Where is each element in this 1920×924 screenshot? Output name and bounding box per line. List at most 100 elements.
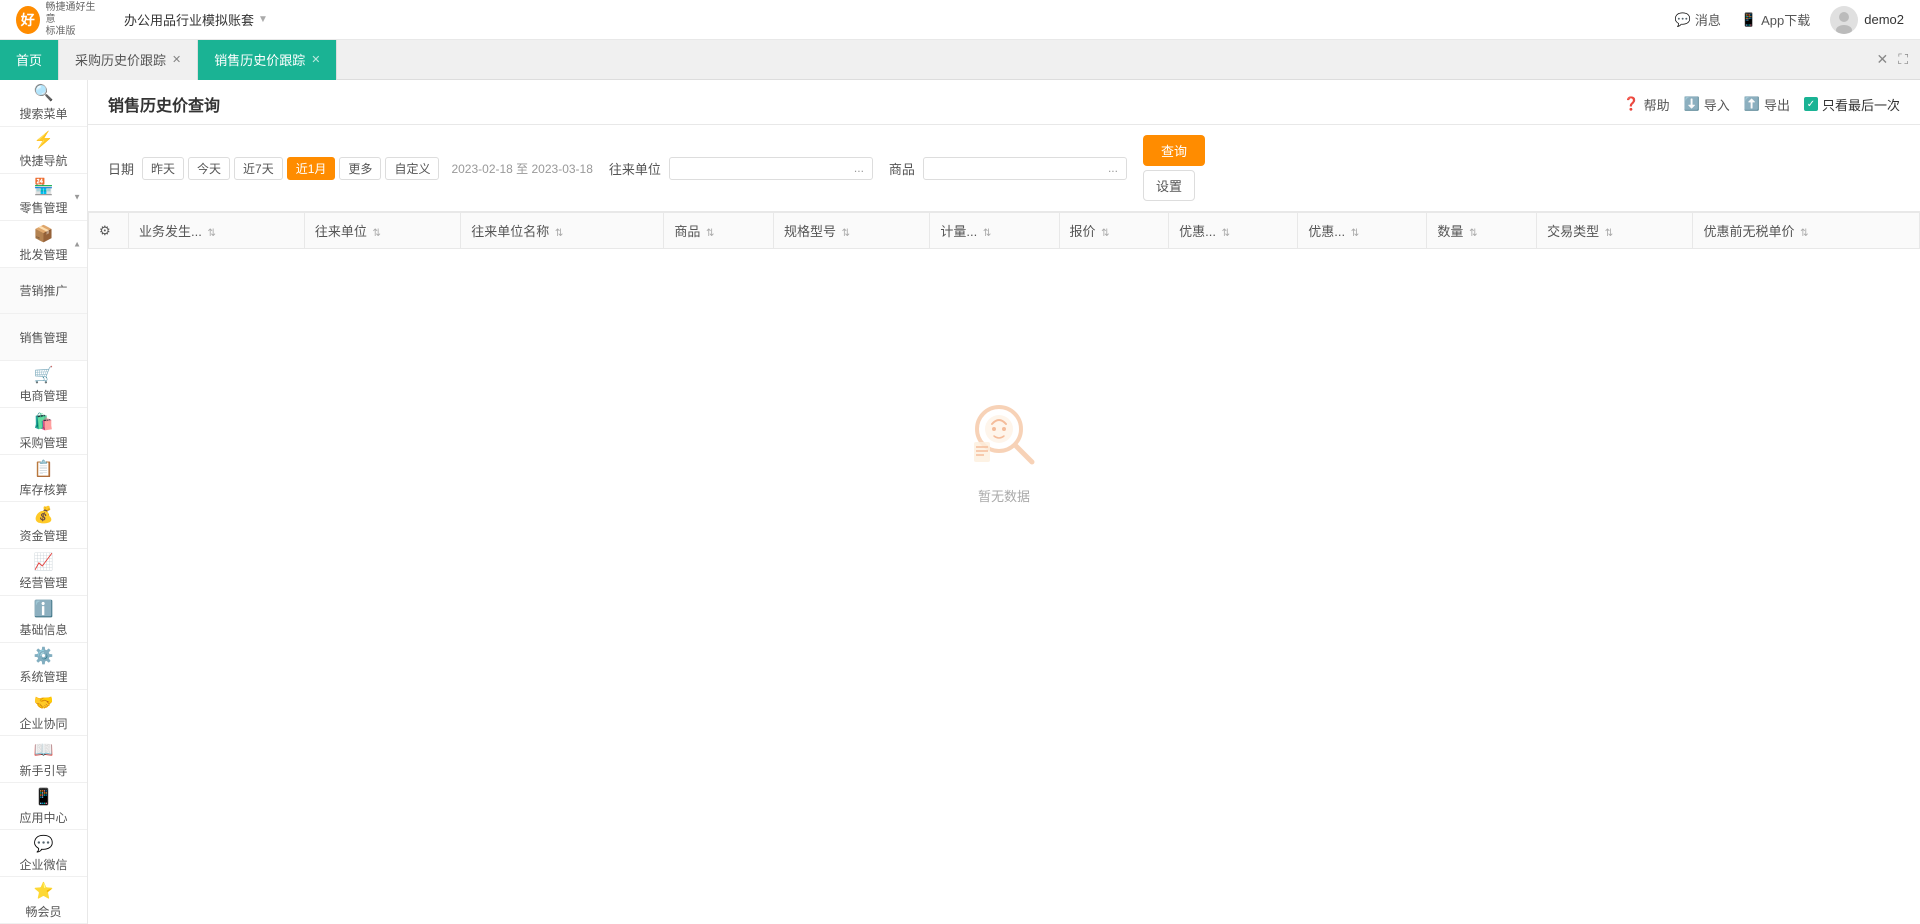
col-discount2-sort: ⇅ bbox=[1351, 228, 1359, 239]
only-last-checkbox-group[interactable]: ✓ 只看最后一次 bbox=[1804, 95, 1900, 114]
expand-button[interactable]: ⛶ bbox=[1898, 51, 1908, 68]
app-tagline: 标准版 bbox=[46, 26, 96, 38]
goods-input-wrapper[interactable]: ... bbox=[923, 157, 1127, 180]
user-name: demo2 bbox=[1864, 12, 1904, 27]
user-avatar bbox=[1830, 6, 1858, 34]
settings-button[interactable]: 设置 bbox=[1143, 170, 1195, 201]
col-party-name[interactable]: 往来单位名称 ⇅ bbox=[461, 213, 664, 249]
date-range-display: 2023-02-18 至 2023-03-18 bbox=[451, 160, 592, 177]
close-all-tabs-button[interactable]: ✕ bbox=[1876, 51, 1888, 68]
date-btn-more[interactable]: 更多 bbox=[339, 157, 381, 180]
col-biz-date-sort: ⇅ bbox=[207, 228, 215, 239]
sidebar-item-business-mgmt[interactable]: 📈 经营管理 bbox=[0, 549, 87, 596]
search-button[interactable]: 查询 bbox=[1143, 135, 1205, 166]
sidebar-item-system-mgmt-label: 系统管理 bbox=[19, 668, 67, 685]
messages-button[interactable]: 💬 消息 bbox=[1675, 10, 1721, 29]
sidebar-item-retail-mgmt[interactable]: 🏪 零售管理 bbox=[0, 174, 87, 221]
import-label: 导入 bbox=[1704, 95, 1730, 114]
party-input[interactable] bbox=[678, 161, 854, 176]
party-input-dots[interactable]: ... bbox=[854, 161, 864, 175]
export-button[interactable]: ⬆️ 导出 bbox=[1744, 95, 1790, 114]
col-settings[interactable]: ⚙ bbox=[89, 213, 129, 249]
tab-home-label: 首页 bbox=[16, 50, 42, 69]
column-settings-icon[interactable]: ⚙ bbox=[99, 223, 111, 238]
tab-sales-history-label: 销售历史价跟踪 bbox=[214, 50, 305, 69]
col-quote-sort: ⇅ bbox=[1101, 228, 1109, 239]
search-settings-group: 查询 设置 bbox=[1143, 135, 1205, 201]
party-input-wrapper[interactable]: ... bbox=[669, 157, 873, 180]
sidebar-item-system-mgmt[interactable]: ⚙️ 系统管理 bbox=[0, 643, 87, 690]
col-trade-type-sort: ⇅ bbox=[1605, 228, 1613, 239]
col-quote-label: 报价 bbox=[1070, 224, 1096, 239]
col-goods-sort: ⇅ bbox=[706, 228, 714, 239]
sidebar-item-ecommerce-mgmt[interactable]: 🛒 电商管理 bbox=[0, 361, 87, 408]
date-btn-today[interactable]: 今天 bbox=[188, 157, 230, 180]
sidebar-item-search-menu-label: 搜索菜单 bbox=[19, 105, 67, 122]
date-btn-last1month[interactable]: 近1月 bbox=[287, 157, 336, 180]
party-filter-label: 往来单位 bbox=[609, 159, 661, 178]
sidebar-item-finance[interactable]: 💰 资金管理 bbox=[0, 502, 87, 549]
enterprise-wechat-icon: 💬 bbox=[34, 834, 54, 854]
tab-purchase-history-close[interactable]: ✕ bbox=[172, 53, 181, 66]
app-center-icon: 📱 bbox=[34, 787, 54, 807]
sidebar-item-vip-member[interactable]: ⭐ 畅会员 bbox=[0, 877, 87, 924]
app-download-button[interactable]: 📱 App下载 bbox=[1741, 10, 1810, 29]
sidebar-item-app-center[interactable]: 📱 应用中心 bbox=[0, 783, 87, 830]
sidebar-item-enterprise-collab-label: 企业协同 bbox=[19, 715, 67, 732]
goods-input[interactable] bbox=[932, 161, 1108, 176]
ecommerce-mgmt-icon: 🛒 bbox=[34, 365, 54, 385]
import-button[interactable]: ⬇️ 导入 bbox=[1684, 95, 1730, 114]
help-button[interactable]: ❓ 帮助 bbox=[1623, 95, 1669, 114]
col-spec[interactable]: 规格型号 ⇅ bbox=[774, 213, 930, 249]
sidebar-item-wholesale-mgmt[interactable]: 📦 批发管理 bbox=[0, 221, 87, 268]
sidebar-item-retail-mgmt-label: 零售管理 bbox=[19, 199, 67, 216]
inventory-icon: 📋 bbox=[34, 459, 54, 479]
sidebar-item-app-center-label: 应用中心 bbox=[19, 809, 67, 826]
col-discount1[interactable]: 优惠... ⇅ bbox=[1169, 213, 1298, 249]
basic-info-icon: ℹ️ bbox=[34, 599, 54, 619]
tab-sales-history-close[interactable]: ✕ bbox=[311, 53, 320, 66]
col-discount1-label: 优惠... bbox=[1179, 224, 1216, 239]
date-btn-custom[interactable]: 自定义 bbox=[385, 157, 439, 180]
user-area[interactable]: demo2 bbox=[1830, 6, 1904, 34]
tab-sales-history[interactable]: 销售历史价跟踪 ✕ bbox=[198, 40, 337, 80]
data-table: ⚙ 业务发生... ⇅ 往来单位 ⇅ 往来单位名称 ⇅ bbox=[88, 212, 1920, 249]
workspace-dropdown-icon: ▼ bbox=[258, 14, 268, 25]
sidebar-item-marketing[interactable]: 营销推广 bbox=[0, 268, 87, 315]
col-pretax-price[interactable]: 优惠前无税单价 ⇅ bbox=[1693, 213, 1920, 249]
sidebar-item-ecommerce-mgmt-label: 电商管理 bbox=[19, 387, 67, 404]
filter-bar: 日期 昨天 今天 近7天 近1月 更多 自定义 2023-02-18 至 202… bbox=[88, 125, 1920, 212]
export-label: 导出 bbox=[1764, 95, 1790, 114]
sidebar-item-new-guide[interactable]: 📖 新手引导 bbox=[0, 736, 87, 783]
col-qty[interactable]: 数量 ⇅ bbox=[1427, 213, 1537, 249]
date-btn-last7[interactable]: 近7天 bbox=[234, 157, 283, 180]
sidebar-item-inventory[interactable]: 📋 库存核算 bbox=[0, 455, 87, 502]
sidebar-item-search-menu[interactable]: 🔍 搜索菜单 bbox=[0, 80, 87, 127]
help-icon: ❓ bbox=[1623, 96, 1639, 112]
tab-home[interactable]: 首页 bbox=[0, 40, 59, 80]
date-btn-yesterday[interactable]: 昨天 bbox=[142, 157, 184, 180]
sidebar-item-wholesale-mgmt-label: 批发管理 bbox=[19, 246, 67, 263]
sidebar-item-sales-mgmt[interactable]: 销售管理 bbox=[0, 314, 87, 361]
sidebar-item-enterprise-collab[interactable]: 🤝 企业协同 bbox=[0, 690, 87, 737]
sidebar-item-basic-info[interactable]: ℹ️ 基础信息 bbox=[0, 596, 87, 643]
only-last-checkbox[interactable]: ✓ bbox=[1804, 97, 1818, 111]
col-qty-sort: ⇅ bbox=[1469, 228, 1477, 239]
col-discount2[interactable]: 优惠... ⇅ bbox=[1298, 213, 1427, 249]
vip-member-icon: ⭐ bbox=[34, 881, 54, 901]
col-spec-label: 规格型号 bbox=[784, 224, 836, 239]
tab-purchase-history[interactable]: 采购历史价跟踪 ✕ bbox=[59, 40, 198, 80]
sidebar-item-quick-nav[interactable]: ⚡ 快捷导航 bbox=[0, 127, 87, 174]
sidebar-item-enterprise-wechat[interactable]: 💬 企业微信 bbox=[0, 830, 87, 877]
col-goods[interactable]: 商品 ⇅ bbox=[664, 213, 774, 249]
goods-input-dots[interactable]: ... bbox=[1108, 161, 1118, 175]
col-quote[interactable]: 报价 ⇅ bbox=[1059, 213, 1169, 249]
table-container: ⚙ 业务发生... ⇅ 往来单位 ⇅ 往来单位名称 ⇅ bbox=[88, 212, 1920, 924]
sidebar-item-purchase-mgmt[interactable]: 🛍️ 采购管理 bbox=[0, 408, 87, 455]
col-biz-date[interactable]: 业务发生... ⇅ bbox=[129, 213, 305, 249]
purchase-mgmt-icon: 🛍️ bbox=[34, 412, 54, 432]
col-unit[interactable]: 计量... ⇅ bbox=[930, 213, 1059, 249]
col-party-code[interactable]: 往来单位 ⇅ bbox=[304, 213, 460, 249]
col-trade-type[interactable]: 交易类型 ⇅ bbox=[1537, 213, 1693, 249]
workspace-selector[interactable]: 办公用品行业模拟账套 ▼ bbox=[124, 10, 268, 29]
